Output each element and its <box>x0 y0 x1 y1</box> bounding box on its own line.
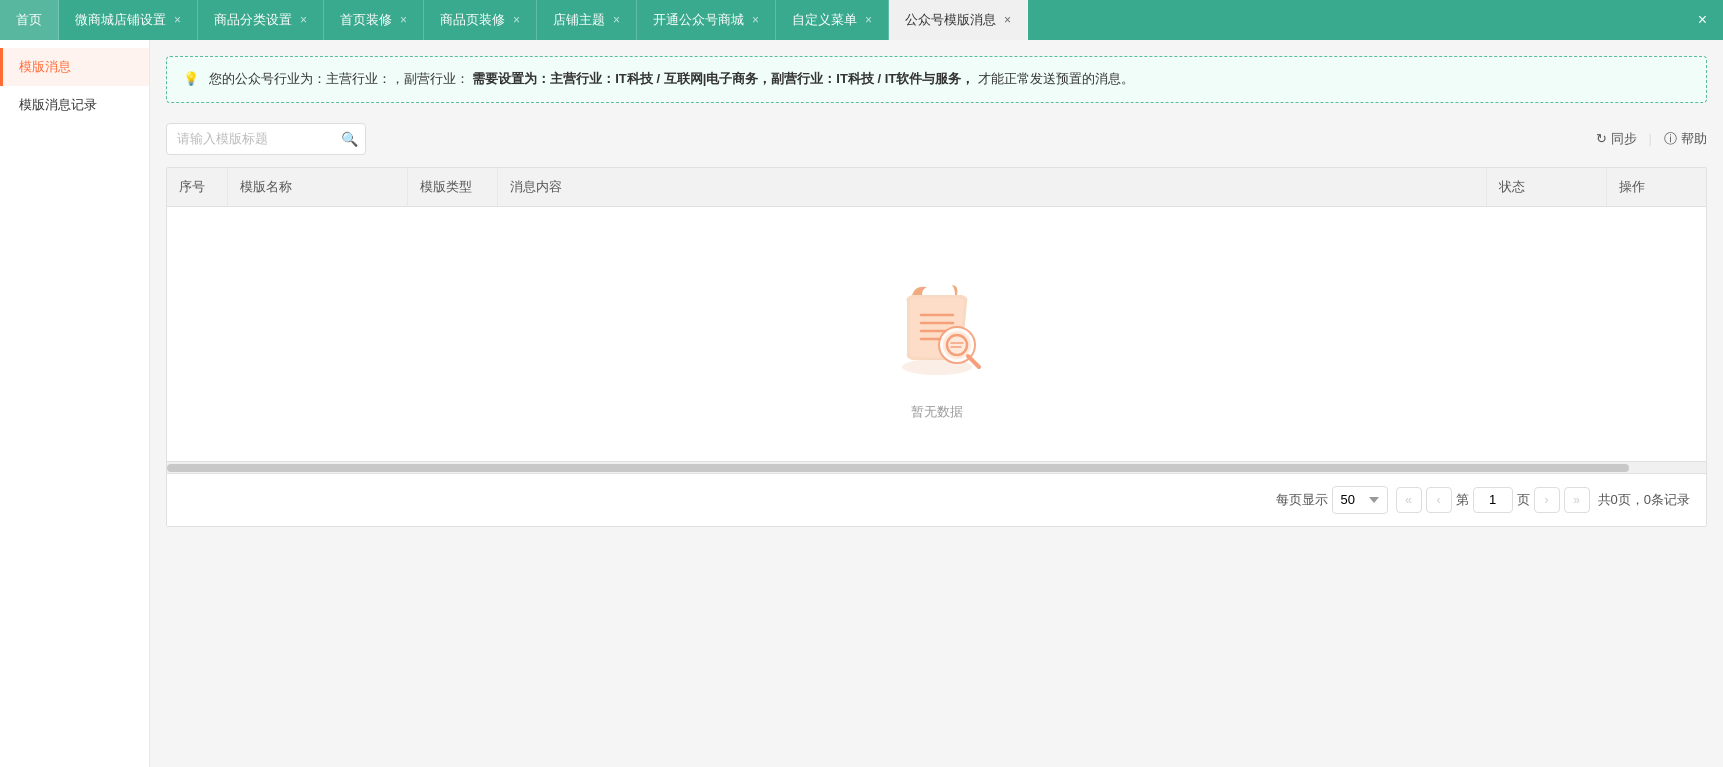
notice-highlight: 需要设置为：主营行业：IT科技 / 互联网|电子商务，副营行业：IT科技 / I… <box>472 71 974 86</box>
page-next-button[interactable]: › <box>1534 487 1560 513</box>
tab-custom-menu-label: 自定义菜单 <box>792 11 857 29</box>
content-area: 💡 您的公众号行业为：主营行业：，副营行业： 需要设置为：主营行业：IT科技 /… <box>150 40 1723 767</box>
sync-icon: ↻ <box>1596 131 1607 146</box>
tab-homepage[interactable]: 首页装修 × <box>324 0 424 40</box>
tab-custom-menu[interactable]: 自定义菜单 × <box>776 0 889 40</box>
page-word-after: 页 <box>1517 491 1530 509</box>
horizontal-scrollbar[interactable] <box>167 461 1706 473</box>
close-all-button[interactable]: × <box>1682 11 1723 29</box>
notice-suffix: 才能正常发送预置的消息。 <box>978 71 1134 86</box>
page-word-before: 第 <box>1456 491 1469 509</box>
page-last-button[interactable]: » <box>1564 487 1590 513</box>
tab-homepage-label: 首页装修 <box>340 11 392 29</box>
sidebar-item-template-msg-records[interactable]: 模版消息记录 <box>0 86 149 124</box>
tab-open-store[interactable]: 开通公众号商城 × <box>637 0 776 40</box>
lightbulb-icon: 💡 <box>183 71 199 86</box>
tab-product-page-label: 商品页装修 <box>440 11 505 29</box>
help-label: 帮助 <box>1681 130 1707 148</box>
scroll-thumb <box>167 464 1629 472</box>
divider: | <box>1649 131 1652 146</box>
table-wrapper: 序号 模版名称 模版类型 消息内容 状态 操作 <box>166 167 1707 527</box>
search-icon[interactable]: 🔍 <box>341 131 358 147</box>
tab-shop-settings-label: 微商城店铺设置 <box>75 11 166 29</box>
tab-product-page[interactable]: 商品页装修 × <box>424 0 537 40</box>
tab-template-msg[interactable]: 公众号模版消息 × <box>889 0 1028 40</box>
empty-state: 暂无数据 <box>167 207 1706 461</box>
notice-box: 💡 您的公众号行业为：主营行业：，副营行业： 需要设置为：主营行业：IT科技 /… <box>166 56 1707 103</box>
close-icon[interactable]: × <box>865 13 872 27</box>
search-bar: 🔍 ↻ 同步 | ⓘ 帮助 <box>166 123 1707 155</box>
close-icon[interactable]: × <box>1004 13 1011 27</box>
close-icon[interactable]: × <box>300 13 307 27</box>
tab-category-label: 商品分类设置 <box>214 11 292 29</box>
total-label: 共0页，0条记录 <box>1598 491 1690 509</box>
close-icon[interactable]: × <box>400 13 407 27</box>
col-type: 模版类型 <box>407 168 497 207</box>
close-icon[interactable]: × <box>613 13 620 27</box>
page-prev-button[interactable]: ‹ <box>1426 487 1452 513</box>
table-header-row: 序号 模版名称 模版类型 消息内容 状态 操作 <box>167 168 1706 207</box>
tab-shop-settings[interactable]: 微商城店铺设置 × <box>59 0 198 40</box>
sidebar-item-template-msg-records-label: 模版消息记录 <box>19 97 97 112</box>
tab-category[interactable]: 商品分类设置 × <box>198 0 324 40</box>
tab-open-store-label: 开通公众号商城 <box>653 11 744 29</box>
notice-prefix: 您的公众号行业为：主营行业：，副营行业： <box>209 71 469 86</box>
page-size-label: 每页显示 <box>1276 491 1328 509</box>
empty-text: 暂无数据 <box>911 403 963 421</box>
col-index: 序号 <box>167 168 227 207</box>
close-icon[interactable]: × <box>513 13 520 27</box>
page-number-input[interactable] <box>1473 487 1513 513</box>
tab-template-msg-label: 公众号模版消息 <box>905 11 996 29</box>
sidebar-item-template-msg[interactable]: 模版消息 <box>0 48 149 86</box>
close-icon[interactable]: × <box>174 13 181 27</box>
tab-store-theme-label: 店铺主题 <box>553 11 605 29</box>
page-size-select: 每页显示 50 20 100 <box>1276 486 1388 514</box>
sidebar: 模版消息 模版消息记录 <box>0 40 150 767</box>
help-button[interactable]: ⓘ 帮助 <box>1664 130 1707 148</box>
data-table: 序号 模版名称 模版类型 消息内容 状态 操作 <box>167 168 1706 207</box>
help-circle-icon: ⓘ <box>1664 130 1677 148</box>
toolbar-right: ↻ 同步 | ⓘ 帮助 <box>1596 130 1707 148</box>
sync-button[interactable]: ↻ 同步 <box>1596 130 1637 148</box>
empty-illustration <box>877 267 997 387</box>
top-nav: 首页 微商城店铺设置 × 商品分类设置 × 首页装修 × 商品页装修 × 店铺主… <box>0 0 1723 40</box>
page-size-dropdown[interactable]: 50 20 100 <box>1332 486 1388 514</box>
tab-home[interactable]: 首页 <box>0 0 59 40</box>
tab-store-theme[interactable]: 店铺主题 × <box>537 0 637 40</box>
sidebar-item-template-msg-label: 模版消息 <box>19 59 71 74</box>
close-icon[interactable]: × <box>752 13 759 27</box>
page-first-button[interactable]: « <box>1396 487 1422 513</box>
tab-home-label: 首页 <box>16 11 42 29</box>
pagination-bar: 每页显示 50 20 100 « ‹ 第 页 › » 共0页，0条记录 <box>167 473 1706 526</box>
main-layout: 模版消息 模版消息记录 💡 您的公众号行业为：主营行业：，副营行业： 需要设置为… <box>0 40 1723 767</box>
page-nav: « ‹ 第 页 › » <box>1396 487 1590 513</box>
sync-label: 同步 <box>1611 130 1637 148</box>
search-input-wrap: 🔍 <box>166 123 366 155</box>
search-input[interactable] <box>166 123 366 155</box>
col-name: 模版名称 <box>227 168 407 207</box>
col-action: 操作 <box>1606 168 1706 207</box>
col-status: 状态 <box>1486 168 1606 207</box>
col-content: 消息内容 <box>497 168 1486 207</box>
